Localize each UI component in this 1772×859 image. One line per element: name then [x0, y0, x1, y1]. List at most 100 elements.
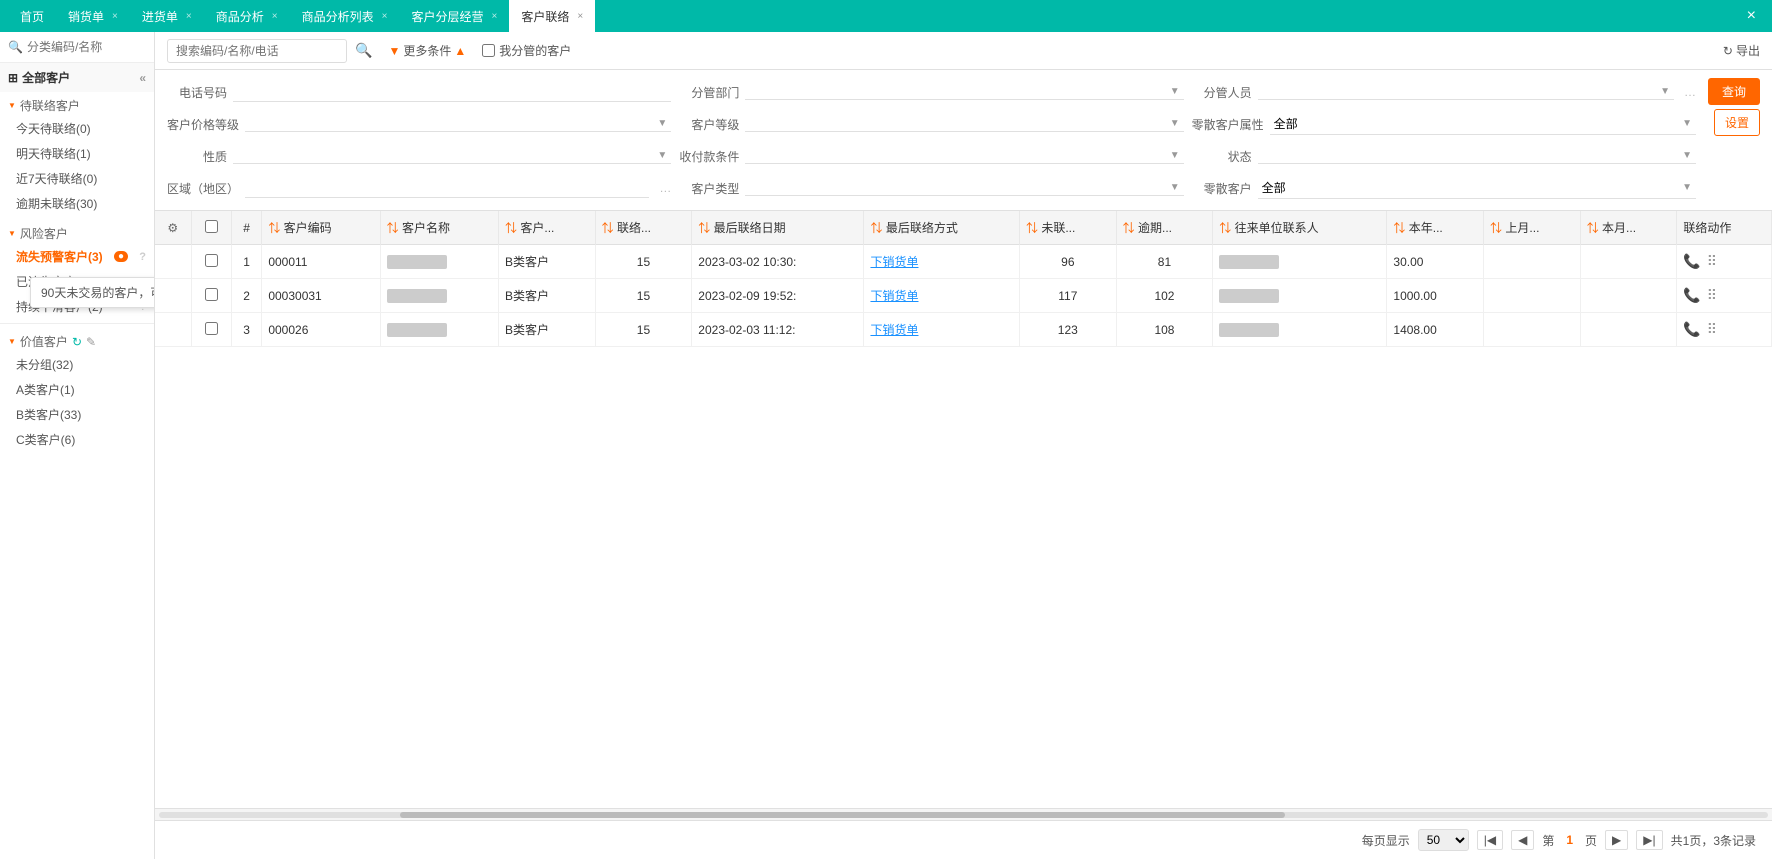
customer-table: ⚙ # ⇅ 客户编码 ⇅ 客户名称 ⇅ 客户... ⇅: [155, 211, 1772, 347]
row2-last-month: [1484, 279, 1581, 313]
last-page-button[interactable]: ▶|: [1636, 830, 1662, 850]
table-settings-column[interactable]: ⚙: [155, 211, 191, 245]
row1-select-checkbox[interactable]: [205, 254, 218, 267]
export-button[interactable]: ↻ 导出: [1723, 42, 1760, 59]
close-customer-tier-icon[interactable]: ×: [491, 11, 497, 22]
filter-bar: 🔍 ▼ 更多条件 ▲ 我分管的客户 ↻ 导出: [155, 32, 1772, 70]
nature-select[interactable]: ▼: [233, 148, 671, 164]
per-page-select[interactable]: 50 100 200: [1418, 829, 1469, 851]
next-page-button[interactable]: ▶: [1605, 830, 1628, 850]
my-customers-checkbox[interactable]: [482, 44, 495, 57]
customer-type-select[interactable]: ▼: [745, 180, 1183, 196]
close-sales-order-icon[interactable]: ×: [112, 11, 118, 22]
row2-checkbox: [191, 279, 231, 313]
table-row: 2 00030031 B类客户 15 2023-02-09 19:52: 下销货…: [155, 279, 1772, 313]
row2-this-month: [1580, 279, 1677, 313]
main-search-input[interactable]: [167, 39, 347, 63]
table-overdue-column: ⇅ 逾期...: [1116, 211, 1213, 245]
scatter-customer-dropdown-icon: ▼: [1682, 182, 1692, 193]
row2-last-contact-date: 2023-02-09 19:52:: [692, 279, 864, 313]
nav-home[interactable]: 首页: [8, 0, 56, 32]
close-customer-contact-icon[interactable]: ×: [577, 11, 583, 22]
main-search-button[interactable]: 🔍: [355, 42, 372, 59]
row1-last-contact-method[interactable]: 下销货单: [864, 245, 1020, 279]
row3-method-link[interactable]: 下销货单: [870, 323, 918, 337]
row3-this-year: 1408.00: [1387, 313, 1484, 347]
filter-customer-tier: 客户等级 ▼: [679, 110, 1183, 138]
sidebar-item-ungrouped[interactable]: 未分组(32): [0, 352, 154, 377]
more-conditions-button[interactable]: ▼ 更多条件 ▲: [380, 38, 474, 63]
filter-price-tier: 客户价格等级 ▼: [167, 110, 671, 138]
row1-this-month: [1580, 245, 1677, 279]
region-extra-icon[interactable]: …: [659, 181, 671, 195]
row2-call-icon[interactable]: 📞: [1683, 287, 1700, 304]
sidebar-item-class-a[interactable]: A类客户(1): [0, 377, 154, 402]
row3-more-icon[interactable]: ⠿: [1707, 321, 1717, 338]
row3-call-icon[interactable]: 📞: [1683, 321, 1700, 338]
nav-customer-contact[interactable]: 客户联络 ×: [509, 0, 595, 32]
row2-method-link[interactable]: 下销货单: [870, 289, 918, 303]
sort-icon: ⇅: [268, 221, 280, 235]
sidebar-item-class-b[interactable]: B类客户(33): [0, 402, 154, 427]
query-button[interactable]: 查询: [1708, 78, 1760, 105]
settings-button[interactable]: 设置: [1714, 109, 1760, 136]
nav-product-analysis[interactable]: 商品分析 ×: [204, 0, 290, 32]
select-all-checkbox[interactable]: [205, 220, 218, 233]
close-purchase-order-icon[interactable]: ×: [186, 11, 192, 22]
sidebar-item-7days-pending[interactable]: 近7天待联络(0): [0, 166, 154, 191]
sidebar-item-churn-warning[interactable]: 流失预警客户(3) ● ?: [0, 244, 154, 269]
nav-customer-tier[interactable]: 客户分层经营 ×: [399, 0, 509, 32]
row3-last-contact-method[interactable]: 下销货单: [864, 313, 1020, 347]
person-select[interactable]: ▼: [1258, 84, 1674, 100]
scatter-customer-select[interactable]: 全部 ▼: [1258, 177, 1696, 199]
row1-action: 📞 ⠿: [1677, 245, 1772, 279]
sidebar-item-tomorrow-pending[interactable]: 明天待联络(1): [0, 141, 154, 166]
sidebar-item-overdue-pending[interactable]: 逾期未联络(30): [0, 191, 154, 216]
scatter-attr-select[interactable]: 全部 ▼: [1270, 113, 1696, 135]
row2-more-icon[interactable]: ⠿: [1707, 287, 1717, 304]
row1-type: B类客户: [499, 245, 596, 279]
row2-select-checkbox[interactable]: [205, 288, 218, 301]
help-icon[interactable]: ?: [139, 251, 146, 263]
close-product-analysis-list-icon[interactable]: ×: [382, 11, 388, 22]
row1-more-icon[interactable]: ⠿: [1707, 253, 1717, 270]
window-close-button[interactable]: ×: [1739, 7, 1764, 25]
my-customers-checkbox-label[interactable]: 我分管的客户: [482, 42, 571, 59]
per-page-label: 每页显示: [1362, 832, 1410, 849]
sidebar-group-value-customers[interactable]: ▼ 价值客户 ↻ ✎: [0, 328, 154, 352]
customer-tier-select[interactable]: ▼: [745, 116, 1183, 132]
sidebar-item-class-c[interactable]: C类客户(6): [0, 427, 154, 452]
status-select[interactable]: ▼: [1258, 148, 1696, 164]
person-extra-icon[interactable]: …: [1684, 85, 1696, 99]
collapse-sidebar-icon[interactable]: «: [139, 71, 146, 85]
row1-method-link[interactable]: 下销货单: [870, 255, 918, 269]
sidebar-item-today-pending[interactable]: 今天待联络(0): [0, 116, 154, 141]
region-input[interactable]: [245, 179, 649, 198]
horizontal-scrollbar[interactable]: [155, 808, 1772, 820]
first-page-button[interactable]: |◀: [1477, 830, 1503, 850]
all-customers-header[interactable]: ⊞ 全部客户 «: [0, 63, 154, 92]
row2-last-contact-method[interactable]: 下销货单: [864, 279, 1020, 313]
scroll-thumb[interactable]: [400, 812, 1285, 818]
sidebar-group-pending-contact[interactable]: ▼ 待联络客户: [0, 92, 154, 116]
nav-product-analysis-list[interactable]: 商品分析列表 ×: [290, 0, 400, 32]
sidebar-group-risk-customers[interactable]: ▼ 风险客户: [0, 220, 154, 244]
table-row: 3 000026 B类客户 15 2023-02-03 11:12: 下销货单 …: [155, 313, 1772, 347]
filter-fields-grid: 电话号码 分管部门 ▼ 分管人员 ▼ …: [155, 70, 1708, 210]
close-product-analysis-icon[interactable]: ×: [272, 11, 278, 22]
row1-unit-blurred: [1219, 255, 1279, 269]
dept-select[interactable]: ▼: [745, 84, 1183, 100]
edit-group-icon[interactable]: ✎: [86, 335, 96, 349]
payment-select[interactable]: ▼: [745, 148, 1183, 164]
nav-sales-order[interactable]: 销货单 ×: [56, 0, 130, 32]
table-row: 1 000011 B类客户 15 2023-03-02 10:30: 下销货单 …: [155, 245, 1772, 279]
phone-input[interactable]: [233, 83, 671, 102]
nav-purchase-order[interactable]: 进货单 ×: [130, 0, 204, 32]
row3-select-checkbox[interactable]: [205, 322, 218, 335]
refresh-icon[interactable]: ↻: [72, 335, 82, 349]
row2-type: B类客户: [499, 279, 596, 313]
sidebar-search-input[interactable]: [27, 40, 155, 54]
price-tier-select[interactable]: ▼: [245, 116, 671, 132]
row1-call-icon[interactable]: 📞: [1683, 253, 1700, 270]
prev-page-button[interactable]: ◀: [1511, 830, 1534, 850]
